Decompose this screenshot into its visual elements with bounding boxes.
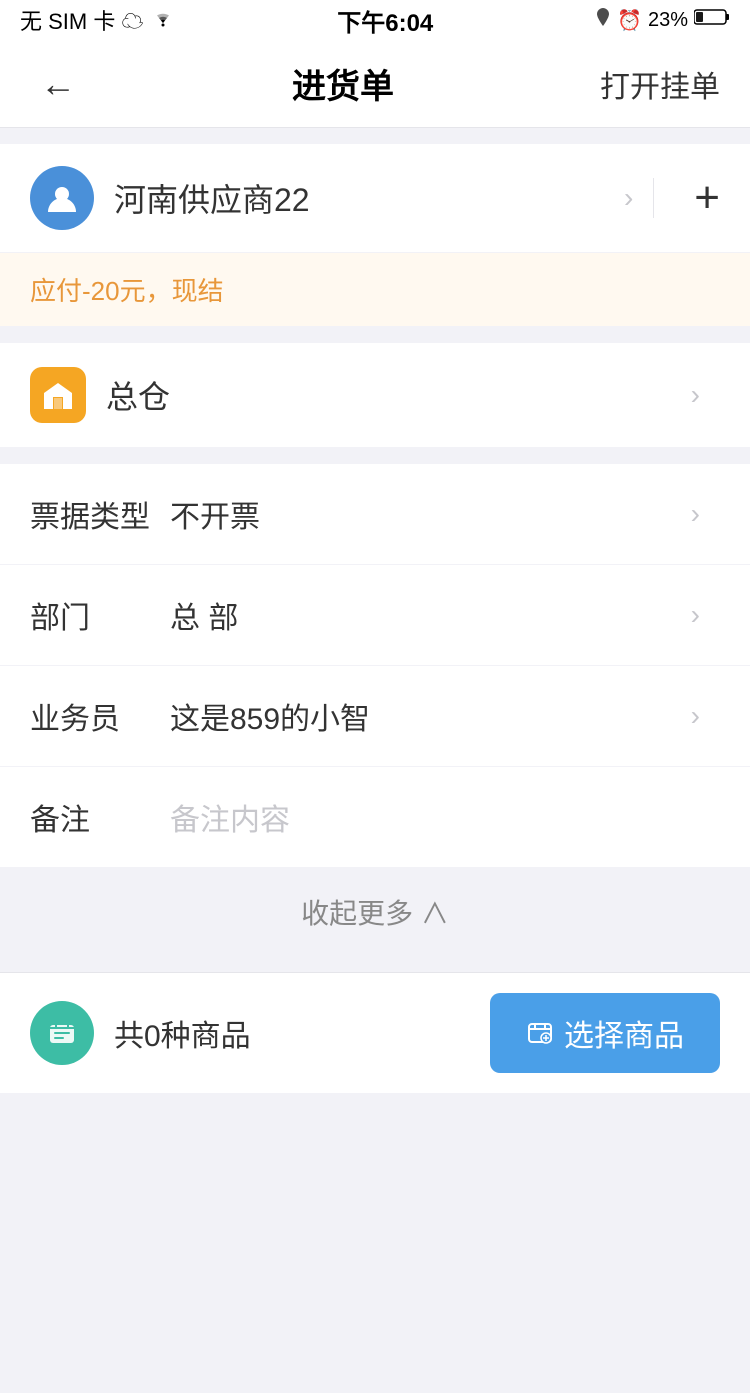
warehouse-name: 总仓: [106, 372, 691, 418]
supplier-chevron-icon: ›: [624, 182, 633, 214]
info-section: 票据类型 不开票 › 部门 总 部 › 业务员 这是859的小智 › 备注 备注…: [0, 464, 750, 868]
status-right: ⏰ 23%: [595, 8, 730, 33]
invoice-type-chevron-icon: ›: [691, 498, 700, 530]
alarm-icon: ⏰: [617, 8, 642, 33]
supplier-notice: 应付-20元，现结: [0, 253, 750, 327]
signal-text: 无 SIM 卡 ☁: [20, 4, 143, 36]
add-supplier-button[interactable]: +: [674, 173, 720, 223]
warehouse-row[interactable]: 总仓 ›: [0, 343, 750, 448]
nav-bar: ← 进货单 打开挂单: [0, 40, 750, 128]
product-count: 共0种商品: [114, 1011, 490, 1055]
salesperson-label: 业务员: [30, 694, 170, 738]
divider: [653, 178, 654, 218]
warehouse-icon: [30, 367, 86, 423]
bottom-gray-area: [0, 1093, 750, 1393]
salesperson-value: 这是859的小智: [170, 694, 691, 738]
separator-middle: [0, 327, 750, 343]
separator-2: [0, 448, 750, 464]
page-title: 进货单: [292, 59, 394, 108]
select-product-button[interactable]: 选择商品: [490, 993, 720, 1073]
supplier-row[interactable]: 河南供应商22 › +: [0, 144, 750, 253]
open-pending-button[interactable]: 打开挂单: [600, 62, 720, 106]
supplier-section: 河南供应商22 › + 应付-20元，现结: [0, 144, 750, 327]
invoice-type-label: 票据类型: [30, 492, 170, 536]
department-row[interactable]: 部门 总 部 ›: [0, 565, 750, 666]
supplier-avatar: [30, 166, 94, 230]
invoice-type-value: 不开票: [170, 492, 691, 536]
department-label: 部门: [30, 593, 170, 637]
remark-placeholder: 备注内容: [170, 795, 720, 839]
status-bar: 无 SIM 卡 ☁ 下午6:04 ⏰ 23%: [0, 0, 750, 40]
wifi-icon: [151, 7, 175, 33]
product-icon: [30, 1001, 94, 1065]
select-product-label: 选择商品: [564, 1011, 684, 1055]
separator-3: [0, 956, 750, 972]
battery-text: 23%: [648, 9, 688, 32]
collapse-button[interactable]: 收起更多 ∧: [0, 868, 750, 956]
back-button[interactable]: ←: [30, 53, 86, 115]
department-chevron-icon: ›: [691, 599, 700, 631]
separator-top: [0, 128, 750, 144]
supplier-name: 河南供应商22: [114, 175, 624, 221]
invoice-type-row[interactable]: 票据类型 不开票 ›: [0, 464, 750, 565]
battery-icon: [694, 8, 730, 32]
status-left: 无 SIM 卡 ☁: [20, 4, 175, 36]
department-value: 总 部: [170, 593, 691, 637]
remark-label: 备注: [30, 795, 170, 839]
location-icon: [595, 8, 611, 32]
remark-row[interactable]: 备注 备注内容: [0, 767, 750, 868]
status-time: 下午6:04: [337, 3, 433, 38]
salesperson-row[interactable]: 业务员 这是859的小智 ›: [0, 666, 750, 767]
collapse-label: 收起更多 ∧: [301, 892, 449, 932]
salesperson-chevron-icon: ›: [691, 700, 700, 732]
warehouse-chevron-icon: ›: [691, 379, 700, 411]
product-section: 共0种商品 选择商品: [0, 972, 750, 1093]
